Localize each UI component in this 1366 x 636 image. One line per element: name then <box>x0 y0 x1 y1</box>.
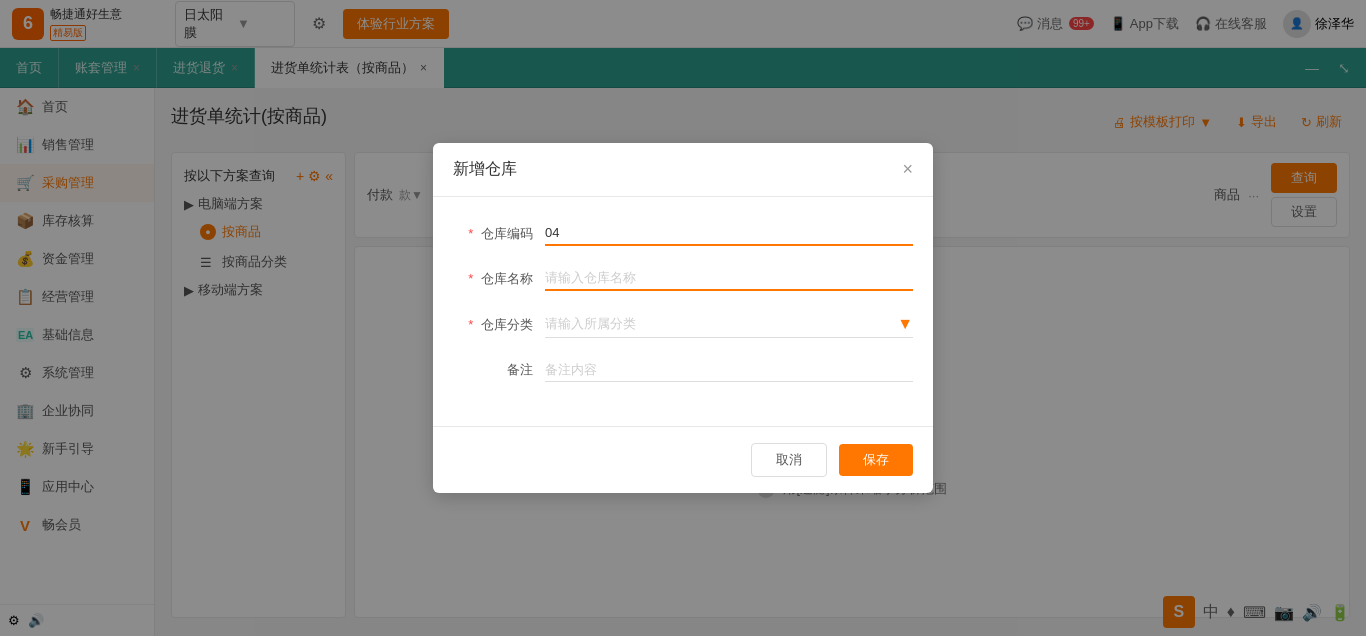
modal-close-icon[interactable]: × <box>902 159 913 180</box>
warehouse-code-label: * 仓库编码 <box>453 225 533 243</box>
modal-overlay: 新增仓库 × * 仓库编码 * 仓库名称 <box>0 0 1366 636</box>
warehouse-name-label: * 仓库名称 <box>453 270 533 288</box>
form-row-remark: 备注 <box>453 358 913 382</box>
form-row-warehouse-name: * 仓库名称 <box>453 266 913 291</box>
warehouse-code-input[interactable] <box>545 221 913 246</box>
category-dropdown-arrow-icon: ▼ <box>897 315 913 333</box>
add-warehouse-modal: 新增仓库 × * 仓库编码 * 仓库名称 <box>433 143 933 493</box>
modal-footer: 取消 保存 <box>433 426 933 493</box>
warehouse-category-label: * 仓库分类 <box>453 316 533 334</box>
save-button[interactable]: 保存 <box>839 444 913 476</box>
form-row-warehouse-category: * 仓库分类 请输入所属分类 ▼ <box>453 311 913 338</box>
modal-body: * 仓库编码 * 仓库名称 * 仓库分类 请输入所属 <box>433 197 933 426</box>
remark-input[interactable] <box>545 358 913 382</box>
warehouse-category-select[interactable]: 请输入所属分类 ▼ <box>545 311 913 338</box>
form-row-warehouse-code: * 仓库编码 <box>453 221 913 246</box>
remark-label: 备注 <box>453 361 533 379</box>
cancel-button[interactable]: 取消 <box>751 443 827 477</box>
warehouse-name-input[interactable] <box>545 266 913 291</box>
modal-title: 新增仓库 <box>453 159 517 180</box>
modal-header: 新增仓库 × <box>433 143 933 197</box>
